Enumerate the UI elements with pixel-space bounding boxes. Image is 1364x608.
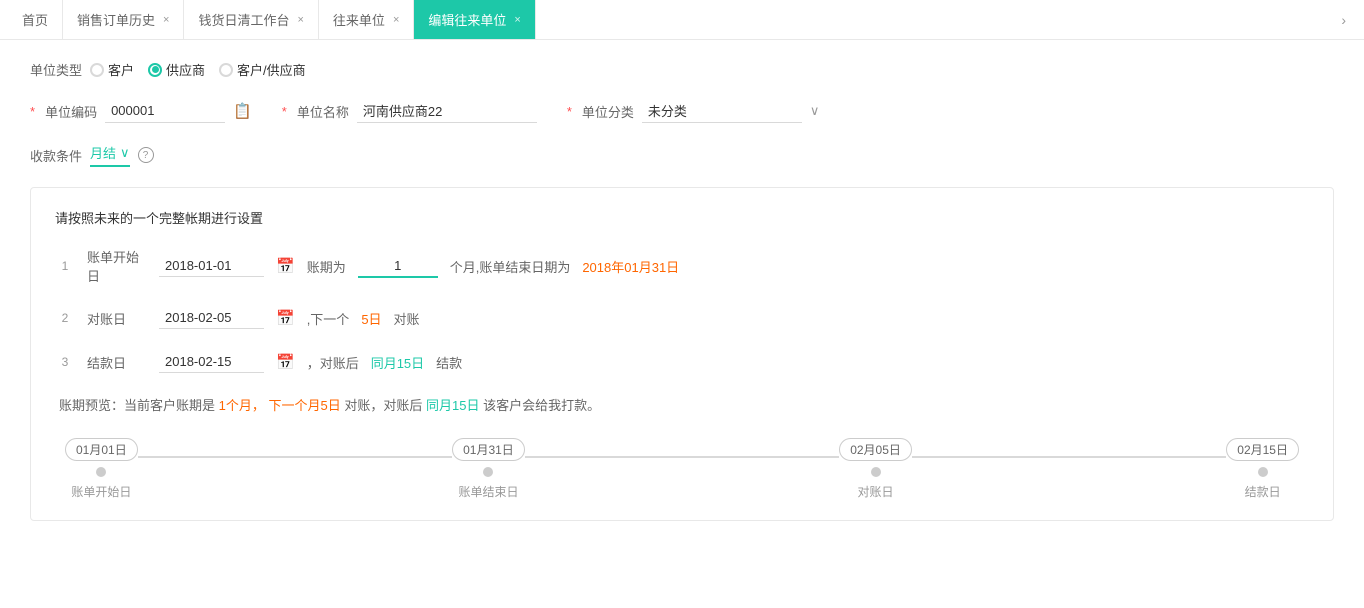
tab-close-edit-partner[interactable]: ×	[514, 14, 520, 26]
period-calendar-1[interactable]: 📅	[276, 257, 295, 275]
inner-card: 请按照未来的一个完整帐期进行设置 1 账单开始日 📅 账期为 个月,账单结束日期…	[30, 187, 1334, 521]
timeline-sublabel-2: 对账日	[858, 483, 894, 500]
period-date-3[interactable]	[159, 351, 264, 373]
unit-category-dropdown-icon[interactable]: ∨	[810, 103, 820, 119]
tab-close-sales-history[interactable]: ×	[163, 14, 169, 26]
payment-dropdown-icon[interactable]: ∨	[120, 145, 130, 161]
tab-close-partners[interactable]: ×	[393, 14, 399, 26]
timeline-dot-1	[483, 467, 493, 477]
unit-name-label: 单位名称	[297, 102, 349, 121]
timeline-line-2	[525, 456, 839, 458]
unit-name-input[interactable]	[357, 99, 537, 123]
timeline: 01月01日 账单开始日 01月31日 账单结束日 02月05日 对账日	[55, 438, 1309, 500]
payment-row: 收款条件 月结 ∨ ?	[30, 143, 1334, 167]
preview-part5: 该客户会给我打款。	[483, 398, 600, 413]
unit-name-field: * 单位名称	[282, 99, 537, 123]
period-row3-suffix: 结款	[436, 353, 462, 372]
timeline-label-0: 01月01日	[65, 438, 138, 461]
period-row2-suffix: 对账	[394, 309, 420, 328]
period-calendar-2[interactable]: 📅	[276, 309, 295, 327]
timeline-line-3	[912, 456, 1226, 458]
preview-part4: 同月15日	[426, 398, 479, 413]
tab-sales-history[interactable]: 销售订单历史 ×	[63, 0, 184, 39]
timeline-label-3: 02月15日	[1226, 438, 1299, 461]
period-calendar-3[interactable]: 📅	[276, 353, 295, 371]
period-months-suffix: 个月,账单结束日期为	[450, 257, 571, 276]
period-months-input[interactable]	[358, 255, 438, 278]
period-num-2: 2	[55, 311, 75, 325]
radio-circle-both	[219, 63, 233, 77]
unit-name-required: *	[282, 104, 287, 119]
timeline-sublabel-1: 账单结束日	[458, 483, 518, 500]
timeline-node-3: 02月15日 结款日	[1226, 438, 1299, 500]
unit-category-input[interactable]	[642, 99, 802, 123]
period-row3-prefix: ，对账后	[307, 353, 359, 372]
unit-info-row: * 单位编码 📋 * 单位名称 * 单位分类 ∨	[30, 99, 1334, 123]
card-title: 请按照未来的一个完整帐期进行设置	[55, 208, 1309, 227]
period-num-3: 3	[55, 355, 75, 369]
timeline-node-1: 01月31日 账单结束日	[452, 438, 525, 500]
period-row3-highlight: 同月15日	[371, 353, 424, 372]
radio-both[interactable]: 客户/供应商	[219, 60, 306, 79]
period-label-1: 账单开始日	[87, 247, 147, 285]
tab-cash-workbench[interactable]: 钱货日清工作台 ×	[184, 0, 318, 39]
unit-category-label: 单位分类	[582, 102, 634, 121]
unit-type-field: 单位类型 客户 供应商 客户/供应商	[30, 60, 306, 79]
timeline-dot-2	[871, 467, 881, 477]
unit-type-label: 单位类型	[30, 60, 82, 79]
preview-part3: 对账，对账后	[344, 398, 422, 413]
timeline-sublabel-0: 账单开始日	[71, 483, 131, 500]
payment-label: 收款条件	[30, 146, 82, 165]
tab-close-cash-workbench[interactable]: ×	[297, 14, 303, 26]
unit-code-field: * 单位编码 📋	[30, 99, 252, 123]
payment-field: 收款条件 月结 ∨ ?	[30, 143, 154, 167]
period-row-2: 2 对账日 📅 ,下一个 5日 对账	[55, 307, 1309, 329]
tab-partners[interactable]: 往来单位 ×	[319, 0, 414, 39]
period-row2-highlight: 5日	[361, 309, 381, 328]
radio-circle-supplier	[148, 63, 162, 77]
unit-code-input[interactable]	[105, 99, 225, 123]
page-content: 单位类型 客户 供应商 客户/供应商 * 单位编码	[0, 40, 1364, 608]
timeline-line-1	[138, 456, 452, 458]
timeline-dot-3	[1258, 467, 1268, 477]
period-suffix-1: 账期为	[307, 257, 346, 276]
tab-edit-partner[interactable]: 编辑往来单位 ×	[414, 0, 535, 39]
period-label-2: 对账日	[87, 309, 147, 328]
tab-more-arrow[interactable]: ›	[1331, 12, 1356, 28]
timeline-node-0: 01月01日 账单开始日	[65, 438, 138, 500]
timeline-dot-0	[96, 467, 106, 477]
preview-text: 账期预览：当前客户账期是 1个月， 下一个月5日 对账，对账后 同月15日 该客…	[55, 395, 1309, 414]
period-label-3: 结款日	[87, 353, 147, 372]
timeline-label-2: 02月05日	[839, 438, 912, 461]
unit-type-row: 单位类型 客户 供应商 客户/供应商	[30, 60, 1334, 79]
period-end-date: 2018年01月31日	[582, 257, 679, 276]
radio-supplier[interactable]: 供应商	[148, 60, 205, 79]
timeline-node-2: 02月05日 对账日	[839, 438, 912, 500]
preview-part2: 下一个月5日	[269, 398, 341, 413]
period-row-1: 1 账单开始日 📅 账期为 个月,账单结束日期为 2018年01月31日	[55, 247, 1309, 285]
timeline-label-1: 01月31日	[452, 438, 525, 461]
unit-code-label: 单位编码	[45, 102, 97, 121]
period-row2-prefix: ,下一个	[307, 309, 350, 328]
unit-category-required: *	[567, 104, 572, 119]
unit-code-required: *	[30, 104, 35, 119]
period-date-1[interactable]	[159, 255, 264, 277]
preview-part1: 1个月，	[219, 398, 265, 413]
radio-customer[interactable]: 客户	[90, 60, 134, 79]
unit-category-field: * 单位分类 ∨	[567, 99, 820, 123]
radio-circle-customer	[90, 63, 104, 77]
unit-type-radio-group: 客户 供应商 客户/供应商	[90, 60, 306, 79]
tab-home[interactable]: 首页	[8, 0, 63, 39]
period-row-3: 3 结款日 📅 ，对账后 同月15日 结款	[55, 351, 1309, 373]
payment-select[interactable]: 月结 ∨	[90, 143, 130, 167]
unit-code-copy-icon[interactable]: 📋	[233, 102, 252, 120]
payment-help-icon[interactable]: ?	[138, 147, 154, 163]
timeline-sublabel-3: 结款日	[1245, 483, 1281, 500]
period-date-2[interactable]	[159, 307, 264, 329]
period-num-1: 1	[55, 259, 75, 273]
tabs-bar: 首页 销售订单历史 × 钱货日清工作台 × 往来单位 × 编辑往来单位 × ›	[0, 0, 1364, 40]
